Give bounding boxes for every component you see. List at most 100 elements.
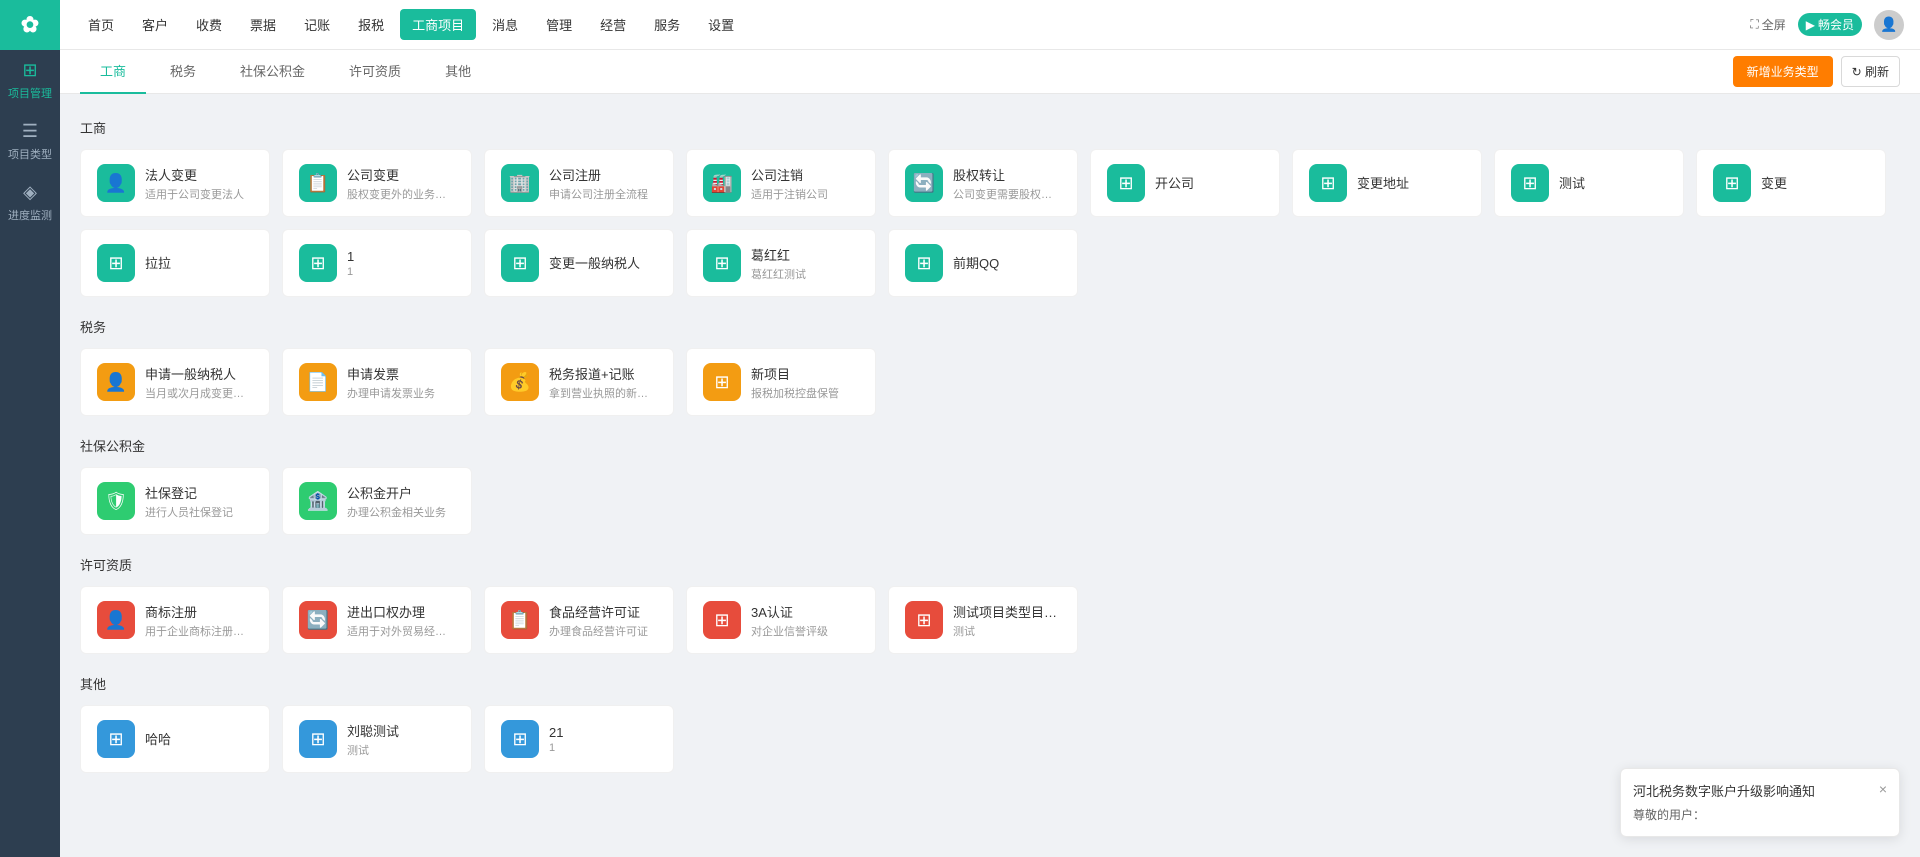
app-logo: ✿ [0,0,60,50]
card-icon: 👤 [97,601,135,639]
card-icon: ⊞ [1713,164,1751,202]
tab-shuiwu[interactable]: 税务 [150,50,216,94]
card-title: 拉拉 [145,253,253,272]
card-title: 进出口权办理 [347,602,455,621]
card-desc: 用于企业商标注册服务 [145,623,253,639]
card-desc: 报税加税控盘保管 [751,385,859,401]
card-shebao-dengji[interactable]: 🛡 社保登记 进行人员社保登记 [80,467,270,535]
card-icon: 🔄 [299,601,337,639]
card-gongsi-zhuce[interactable]: 🏢 公司注册 申请公司注册全流程 [484,149,674,217]
card-desc: 1 [347,266,455,278]
sidebar-item-label: 进度监测 [8,207,52,223]
card-icon: 📄 [299,363,337,401]
refresh-button[interactable]: ↻ 刷新 [1841,56,1900,87]
card-fazren-biangeng[interactable]: 👤 法人变更 适用于公司变更法人 [80,149,270,217]
card-desc: 申请公司注册全流程 [549,186,657,202]
tab-qita[interactable]: 其他 [425,50,491,94]
card-biangeng[interactable]: ⊞ 变更 [1696,149,1886,217]
tab-xuke[interactable]: 许可资质 [329,50,421,94]
card-title: 前期QQ [953,253,1061,272]
card-title: 公积金开户 [347,483,455,502]
card-gjj-kaiku[interactable]: 🏦 公积金开户 办理公积金相关业务 [282,467,472,535]
project-manage-icon: ⊞ [22,60,37,81]
nav-manage[interactable]: 管理 [534,9,584,40]
card-title: 1 [347,249,455,264]
card-desc: 测试 [953,623,1061,639]
card-biangeng-dizhi[interactable]: ⊞ 变更地址 [1292,149,1482,217]
user-avatar[interactable]: 👤 [1874,10,1904,40]
card-test-type[interactable]: ⊞ 测试项目类型目定义 测试 [888,586,1078,654]
progress-monitor-icon: ◈ [23,182,37,203]
notification-title: 河北税务数字账户升级影响通知 [1633,781,1887,800]
nav-business-project[interactable]: 工商项目 [400,9,476,40]
card-trademark[interactable]: 👤 商标注册 用于企业商标注册服务 [80,586,270,654]
card-1[interactable]: ⊞ 1 1 [282,229,472,297]
card-icon: ⊞ [501,720,539,758]
card-icon: ⊞ [97,244,135,282]
card-guquan-zhuanrang[interactable]: 🔄 股权转让 公司变更需要股权转让 [888,149,1078,217]
card-gongsi-biangeng[interactable]: 📋 公司变更 股权变更外的业务变更 [282,149,472,217]
card-icon: ⊞ [97,720,135,758]
nav-settings[interactable]: 设置 [696,9,746,40]
xuke-cards: 👤 商标注册 用于企业商标注册服务 🔄 进出口权办理 适用于对外贸易经营者 📋 [80,586,1900,654]
card-icon: 🏦 [299,482,337,520]
refresh-icon: ↻ [1852,65,1862,79]
card-21[interactable]: ⊞ 21 1 [484,705,674,773]
card-title: 公司变更 [347,165,455,184]
notification-close-button[interactable]: × [1879,781,1887,797]
card-qianqi-qq[interactable]: ⊞ 前期QQ [888,229,1078,297]
tab-shebao[interactable]: 社保公积金 [220,50,325,94]
card-desc: 办理食品经营许可证 [549,623,657,639]
sidebar-item-label: 项目类型 [8,146,52,162]
card-new-project[interactable]: ⊞ 新项目 报税加税控盘保管 [686,348,876,416]
nav-ticket[interactable]: 票据 [238,9,288,40]
nav-message[interactable]: 消息 [480,9,530,40]
card-title: 新项目 [751,364,859,383]
card-gehonghong[interactable]: ⊞ 葛红红 葛红红测试 [686,229,876,297]
sidebar-item-progress-monitor[interactable]: ◈ 进度监测 [0,172,60,233]
card-icon: 📋 [299,164,337,202]
nav-fee[interactable]: 收费 [184,9,234,40]
sidebar-item-project-manage[interactable]: ⊞ 项目管理 [0,50,60,111]
shebao-cards: 🛡 社保登记 进行人员社保登记 🏦 公积金开户 办理公积金相关业务 [80,467,1900,535]
card-apply-yiban[interactable]: 👤 申请一般纳税人 当月或次月成变更完成 [80,348,270,416]
card-title: 变更 [1761,173,1869,192]
section-title-shuiwu: 税务 [80,317,1900,336]
card-apply-fapiao[interactable]: 📄 申请发票 办理申请发票业务 [282,348,472,416]
nav-operation[interactable]: 经营 [588,9,638,40]
card-ceshi[interactable]: ⊞ 测试 [1494,149,1684,217]
card-tax-report[interactable]: 💰 税务报道+记账 拿到营业执照的新公司 [484,348,674,416]
card-desc: 拿到营业执照的新公司 [549,385,657,401]
add-type-button[interactable]: 新增业务类型 [1733,56,1833,87]
card-haha[interactable]: ⊞ 哈哈 [80,705,270,773]
notification-popup: × 河北税务数字账户升级影响通知 尊敬的用户： [1620,768,1900,837]
card-biangeng-yiban[interactable]: ⊞ 变更一般纳税人 [484,229,674,297]
card-icon: ⊞ [299,244,337,282]
card-food-license[interactable]: 📋 食品经营许可证 办理食品经营许可证 [484,586,674,654]
card-desc: 公司变更需要股权转让 [953,186,1061,202]
nav-tax[interactable]: 报税 [346,9,396,40]
card-3a-cert[interactable]: ⊞ 3A认证 对企业信誉评级 [686,586,876,654]
card-desc: 办理公积金相关业务 [347,504,455,520]
nav-bookkeeping[interactable]: 记账 [292,9,342,40]
card-liucong-test[interactable]: ⊞ 刘聪测试 测试 [282,705,472,773]
card-title: 3A认证 [751,602,859,621]
card-lala[interactable]: ⊞ 拉拉 [80,229,270,297]
nav-customer[interactable]: 客户 [130,9,180,40]
member-button[interactable]: ▶ 畅会员 [1798,13,1862,36]
card-gongsi-zhuxiao[interactable]: 🏭 公司注销 适用于注销公司 [686,149,876,217]
project-type-icon: ☰ [22,121,38,142]
card-title: 测试 [1559,173,1667,192]
fullscreen-button[interactable]: ⛶ 全屏 [1750,16,1785,33]
card-title: 21 [549,725,657,740]
card-title: 开公司 [1155,173,1263,192]
card-kai-gongsi[interactable]: ⊞ 开公司 [1090,149,1280,217]
card-desc: 办理申请发票业务 [347,385,455,401]
nav-service[interactable]: 服务 [642,9,692,40]
nav-home[interactable]: 首页 [76,9,126,40]
section-title-shebao: 社保公积金 [80,436,1900,455]
sidebar-item-project-type[interactable]: ☰ 项目类型 [0,111,60,172]
card-import-export[interactable]: 🔄 进出口权办理 适用于对外贸易经营者 [282,586,472,654]
card-icon: 🔄 [905,164,943,202]
tab-gongshang[interactable]: 工商 [80,50,146,94]
